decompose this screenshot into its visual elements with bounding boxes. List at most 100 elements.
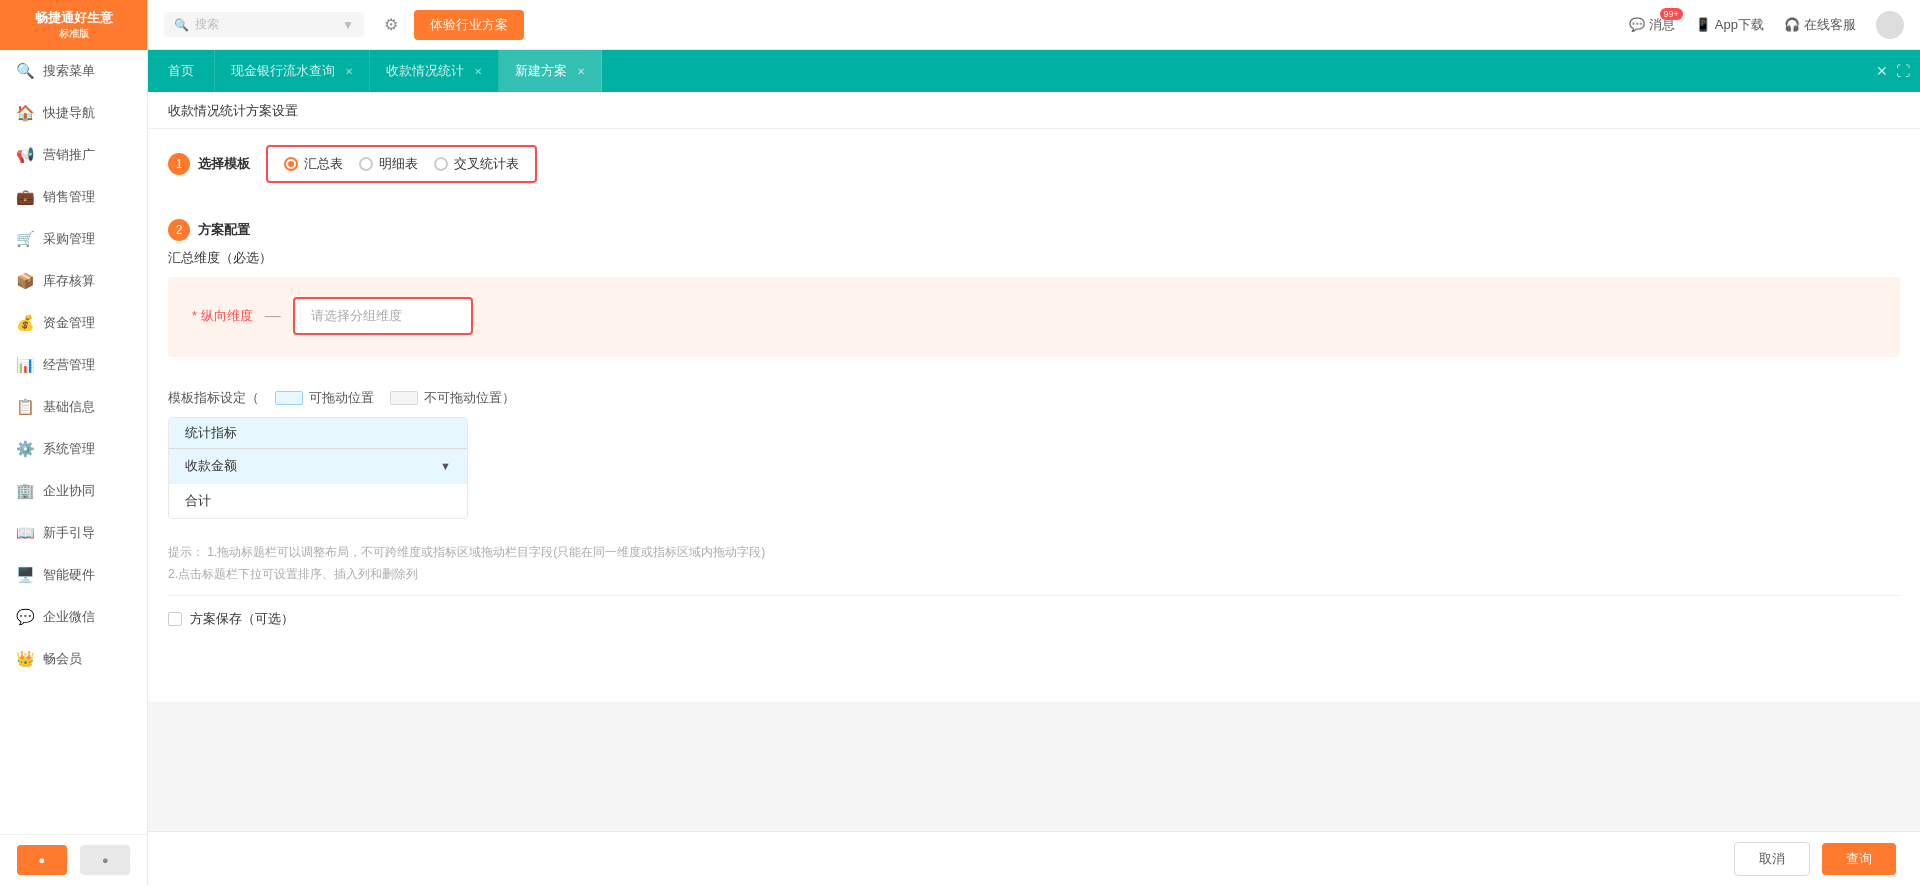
home-tab-label: 首页 (168, 62, 194, 80)
topbar: 🔍 搜索 ▼ ⚙ 体验行业方案 💬 消息 99+ 📱 App下载 🎧 在线客服 (148, 0, 1920, 50)
sidebar-item-quicknav[interactable]: 🏠 快捷导航 (0, 92, 147, 134)
sidebar-item-label: 畅会员 (43, 650, 82, 668)
radio-cross-label: 交叉统计表 (454, 155, 519, 173)
sidebar-item-settings[interactable]: ⚙️ 系统管理 (0, 428, 147, 470)
purchase-icon: 🛒 (16, 230, 35, 248)
sidebar-item-label: 新手引导 (43, 524, 95, 542)
topbar-search[interactable]: 🔍 搜索 ▼ (164, 12, 364, 37)
service-icon: 🎧 (1784, 17, 1800, 32)
sidebar-item-weixin[interactable]: 💬 企业微信 (0, 596, 147, 638)
sidebar-item-inventory[interactable]: 📦 库存核算 (0, 260, 147, 302)
radio-summary[interactable]: 汇总表 (284, 155, 343, 173)
sidebar-item-collab[interactable]: 🏢 企业协同 (0, 470, 147, 512)
newplan-tab-close[interactable]: ✕ (577, 66, 585, 77)
sidebar-item-search[interactable]: 🔍 搜索菜单 (0, 50, 147, 92)
management-icon: 📊 (16, 356, 35, 374)
tab-expand-icon[interactable]: ⛶ (1896, 63, 1910, 79)
receipts-tab-label: 收款情况统计 (386, 62, 464, 80)
sidebar-item-guide[interactable]: 📖 新手引导 (0, 512, 147, 554)
step1-badge: 1 (168, 153, 190, 175)
search-expand-icon: ▼ (342, 18, 354, 32)
cancel-button[interactable]: 取消 (1734, 842, 1810, 876)
query-button[interactable]: 查询 (1822, 843, 1896, 875)
sidebar-bottom-btn2[interactable]: ● (80, 845, 130, 875)
metrics-subtotal-row: 合计 (169, 483, 467, 518)
tab-receipts[interactable]: 收款情况统计 ✕ (370, 50, 499, 92)
metrics-title: 模板指标设定（ (168, 389, 259, 407)
finance-icon: 💰 (16, 314, 35, 332)
tab-newplan[interactable]: 新建方案 ✕ (499, 50, 602, 92)
sidebar-item-label: 销售管理 (43, 188, 95, 206)
notif-badge: 99+ (1660, 8, 1683, 20)
save-checkbox[interactable] (168, 612, 182, 626)
dim-select[interactable]: 请选择分组维度 (293, 297, 473, 335)
sidebar: 畅捷通好生意 标准版 🔍 搜索菜单 🏠 快捷导航 📢 营销推广 💼 销售管理 🛒… (0, 0, 148, 885)
content-area: 收款情况统计方案设置 1 选择模板 汇总表 (148, 92, 1920, 885)
hardware-icon: 🖥️ (16, 566, 35, 584)
sidebar-item-label: 营销推广 (43, 146, 95, 164)
search-icon: 🔍 (16, 62, 35, 80)
gear-icon[interactable]: ⚙ (384, 15, 398, 34)
sales-icon: 💼 (16, 188, 35, 206)
radio-detail-circle (359, 157, 373, 171)
metrics-table: 统计指标 收款金额 ▼ 合计 (168, 417, 468, 519)
sidebar-item-label: 企业协同 (43, 482, 95, 500)
sidebar-bottom: ● ● (0, 834, 147, 885)
sidebar-item-label: 智能硬件 (43, 566, 95, 584)
app-download-label: App下载 (1715, 16, 1764, 34)
page-content: 收款情况统计方案设置 1 选择模板 汇总表 (148, 92, 1920, 702)
search-text: 搜索 (195, 16, 219, 33)
tab-close-all-icon[interactable]: ✕ (1876, 63, 1888, 79)
sidebar-item-label: 采购管理 (43, 230, 95, 248)
sidebar-item-label: 资金管理 (43, 314, 95, 332)
sidebar-item-sales[interactable]: 💼 销售管理 (0, 176, 147, 218)
user-avatar[interactable] (1876, 11, 1904, 39)
notification-btn[interactable]: 💬 消息 99+ (1629, 16, 1675, 34)
member-icon: 👑 (16, 650, 35, 668)
sidebar-menu: 🔍 搜索菜单 🏠 快捷导航 📢 营销推广 💼 销售管理 🛒 采购管理 📦 库存核… (0, 50, 147, 834)
tab-home[interactable]: 首页 (148, 50, 215, 92)
topbar-right: 💬 消息 99+ 📱 App下载 🎧 在线客服 (1629, 11, 1904, 39)
sidebar-item-finance[interactable]: 💰 资金管理 (0, 302, 147, 344)
collab-icon: 🏢 (16, 482, 35, 500)
radio-summary-label: 汇总表 (304, 155, 343, 173)
tip-line2: 2.点击标题栏下拉可设置排序、插入列和删除列 (168, 564, 1900, 586)
online-service-label: 在线客服 (1804, 16, 1856, 34)
tips-section: 提示： 1.拖动标题栏可以调整布局，不可跨维度或指标区域拖动栏目字段(只能在同一… (148, 532, 1920, 595)
dimension-config: 汇总维度（必选） * 纵向维度 — 请选择分组维度 (148, 249, 1920, 389)
receipts-tab-close[interactable]: ✕ (474, 66, 482, 77)
sidebar-item-label: 搜索菜单 (43, 62, 95, 80)
sidebar-item-label: 系统管理 (43, 440, 95, 458)
sidebar-item-baseinfo[interactable]: 📋 基础信息 (0, 386, 147, 428)
step2-badge: 2 (168, 219, 190, 241)
trial-button[interactable]: 体验行业方案 (414, 10, 524, 40)
sidebar-item-label: 经营管理 (43, 356, 95, 374)
metrics-dropdown-icon[interactable]: ▼ (440, 460, 451, 472)
sidebar-item-management[interactable]: 📊 经营管理 (0, 344, 147, 386)
sidebar-bottom-btn1[interactable]: ● (17, 845, 67, 875)
metrics-config: 模板指标设定（ 可拖动位置 不可拖动位置） 统计指标 收款金额 ▼ (148, 389, 1920, 532)
marketing-icon: 📢 (16, 146, 35, 164)
radio-cross[interactable]: 交叉统计表 (434, 155, 519, 173)
cashflow-tab-close[interactable]: ✕ (345, 66, 353, 77)
step2-title-row: 2 方案配置 (148, 207, 1920, 249)
weixin-icon: 💬 (16, 608, 35, 626)
no-drag-legend: 不可拖动位置） (390, 389, 515, 407)
sidebar-item-marketing[interactable]: 📢 营销推广 (0, 134, 147, 176)
metrics-header: 模板指标设定（ 可拖动位置 不可拖动位置） (168, 389, 1900, 407)
radio-detail[interactable]: 明细表 (359, 155, 418, 173)
online-service-btn[interactable]: 🎧 在线客服 (1784, 16, 1856, 34)
guide-icon: 📖 (16, 524, 35, 542)
app-download-btn[interactable]: 📱 App下载 (1695, 16, 1764, 34)
save-option: 方案保存（可选） (148, 596, 1920, 642)
metrics-subtotal-label: 合计 (185, 493, 211, 508)
step1-section: 1 选择模板 汇总表 明细表 (148, 129, 1920, 207)
sidebar-item-label: 库存核算 (43, 272, 95, 290)
sidebar-item-purchase[interactable]: 🛒 采购管理 (0, 218, 147, 260)
metrics-table-header: 统计指标 (169, 418, 467, 449)
sidebar-item-hardware[interactable]: 🖥️ 智能硬件 (0, 554, 147, 596)
tab-cashflow[interactable]: 现金银行流水查询 ✕ (215, 50, 370, 92)
sidebar-item-member[interactable]: 👑 畅会员 (0, 638, 147, 680)
tip-line1: 提示： 1.拖动标题栏可以调整布局，不可跨维度或指标区域拖动栏目字段(只能在同一… (168, 542, 1900, 564)
metrics-column-cell[interactable]: 收款金额 ▼ (169, 449, 467, 483)
